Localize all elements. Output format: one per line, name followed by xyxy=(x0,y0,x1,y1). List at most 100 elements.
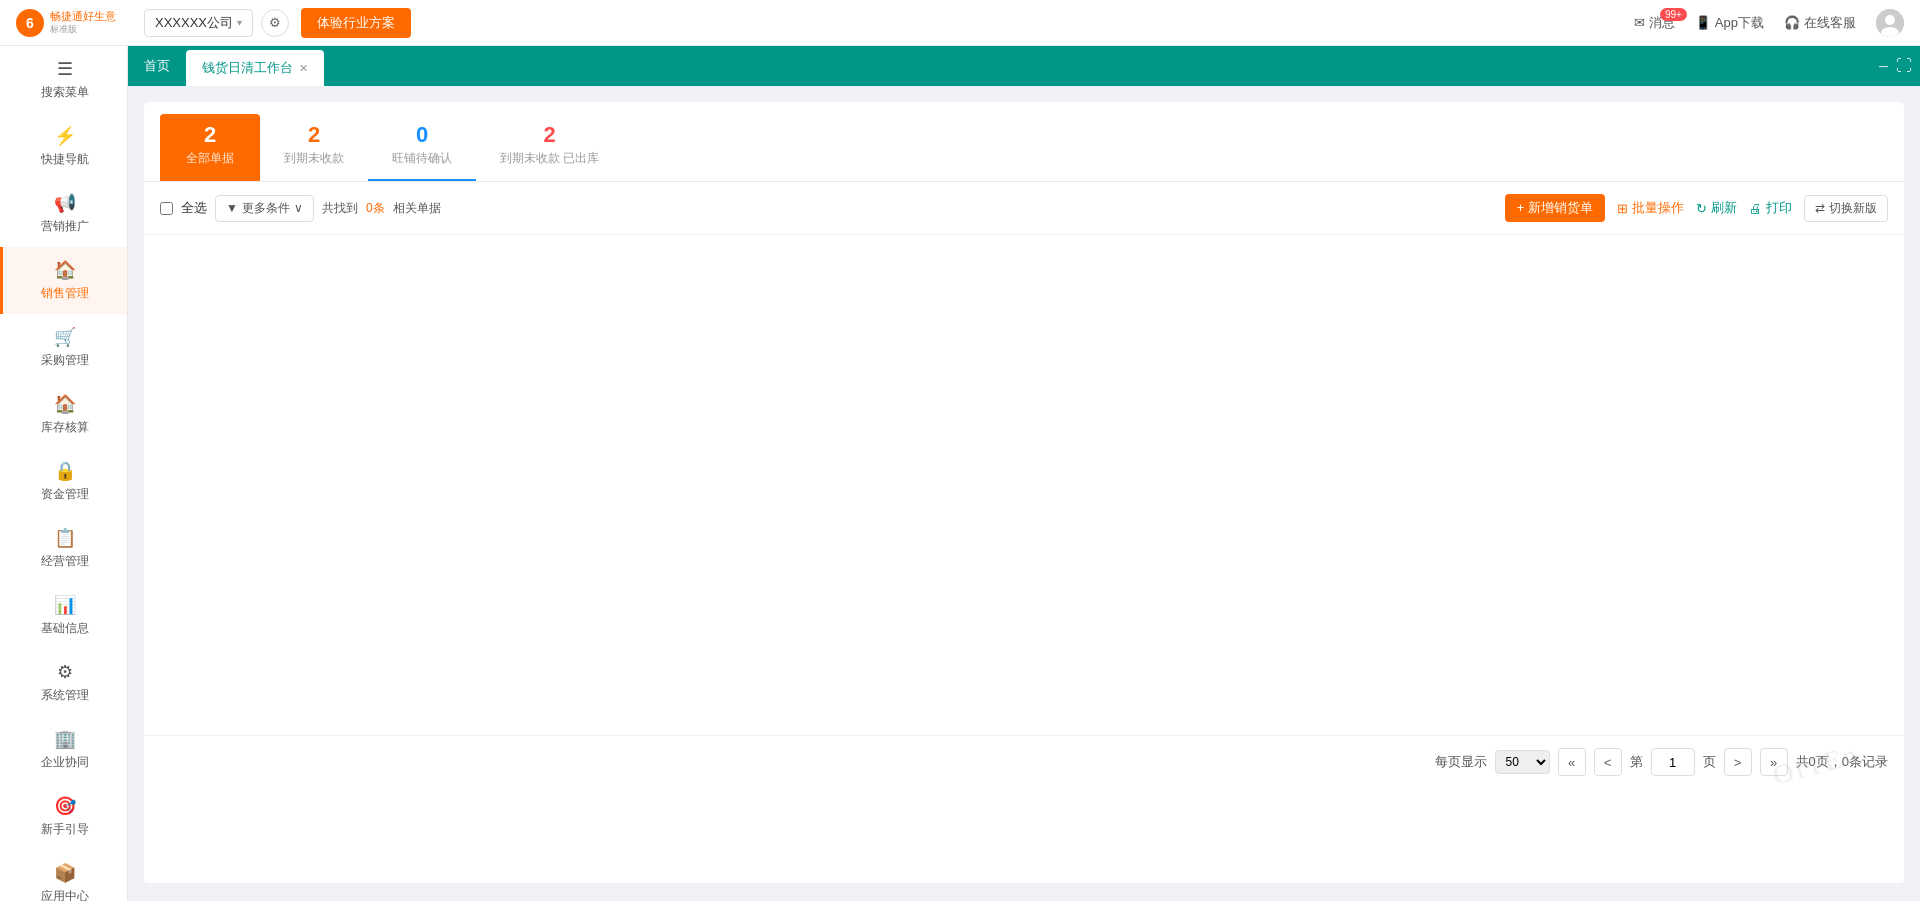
tabbar-right: – ⛶ xyxy=(1879,57,1920,75)
sidebar-item-quick-nav[interactable]: ⚡ 快捷导航 xyxy=(0,113,127,180)
sidebar-label-app-center: 应用中心 xyxy=(41,888,89,901)
phone-icon: 📱 xyxy=(1695,15,1711,30)
tab-workbench[interactable]: 钱货日清工作台 ✕ xyxy=(186,50,324,86)
tab-workbench-label: 钱货日清工作台 xyxy=(202,59,293,77)
sidebar-item-app-center[interactable]: 📦 应用中心 xyxy=(0,850,127,901)
sidebar-item-guide[interactable]: 🎯 新手引导 xyxy=(0,783,127,850)
stats-label-overdue-shipped: 到期未收款 已出库 xyxy=(500,150,599,167)
select-all-label: 全选 xyxy=(181,199,207,217)
found-count: 0条 xyxy=(366,200,385,217)
found-text: 共找到 xyxy=(322,200,358,217)
app-download-button[interactable]: 📱 App下载 xyxy=(1695,14,1764,32)
stats-tab-all[interactable]: 2 全部单据 xyxy=(160,114,260,181)
tab-close-icon[interactable]: ✕ xyxy=(299,62,308,75)
sidebar-item-enterprise[interactable]: 🏢 企业协同 xyxy=(0,716,127,783)
trial-button[interactable]: 体验行业方案 xyxy=(301,8,411,38)
filter-label: 更多条件 xyxy=(242,200,290,217)
sidebar-item-basic-info[interactable]: 📊 基础信息 xyxy=(0,582,127,649)
batch-operation-button[interactable]: ⊞ 批量操作 xyxy=(1617,199,1684,217)
message-icon: ✉ xyxy=(1634,15,1645,30)
sidebar-item-operations[interactable]: 📋 经营管理 xyxy=(0,515,127,582)
sidebar-item-search-menu[interactable]: ☰ 搜索菜单 xyxy=(0,46,127,113)
stats-tab-pending[interactable]: 0 旺铺待确认 xyxy=(368,114,476,181)
tab-maximize-button[interactable]: ⛶ xyxy=(1896,57,1912,75)
logo-tag: 标准版 xyxy=(50,23,116,36)
company-selector[interactable]: XXXXXX公司 ▾ xyxy=(144,9,253,37)
sidebar-item-system[interactable]: ⚙ 系统管理 xyxy=(0,649,127,716)
next-icon: > xyxy=(1734,755,1742,770)
message-badge: 99+ xyxy=(1660,8,1687,21)
settings-button[interactable]: ⚙ xyxy=(261,9,289,37)
company-name: XXXXXX公司 xyxy=(155,14,233,32)
filter-chevron-icon: ∨ xyxy=(294,201,303,215)
logo-name: 畅捷通好生意 xyxy=(50,9,116,23)
finance-icon: 🔒 xyxy=(54,460,76,482)
svg-point-1 xyxy=(1885,15,1895,25)
sidebar-item-sales[interactable]: 🏠 销售管理 xyxy=(0,247,127,314)
content-card: 2 全部单据 2 到期未收款 0 旺铺待确认 2 到期未收款 已出库 全选 xyxy=(144,102,1904,883)
online-service-button[interactable]: 🎧 在线客服 xyxy=(1784,14,1856,32)
last-page-button[interactable]: » xyxy=(1760,748,1788,776)
sidebar-item-marketing[interactable]: 📢 营销推广 xyxy=(0,180,127,247)
operations-icon: 📋 xyxy=(54,527,76,549)
prev-page-button[interactable]: < xyxy=(1594,748,1622,776)
table-area xyxy=(144,235,1904,735)
chevron-down-icon: ▾ xyxy=(237,17,242,28)
filter-button[interactable]: ▼ 更多条件 ∨ xyxy=(215,195,314,222)
filter-icon: ▼ xyxy=(226,201,238,215)
logo-icon: 6 xyxy=(16,9,44,37)
basic-info-icon: 📊 xyxy=(54,594,76,616)
last-page-icon: » xyxy=(1770,755,1777,770)
tabbar: 首页 钱货日清工作台 ✕ – ⛶ xyxy=(128,46,1920,86)
stats-tab-overdue-shipped[interactable]: 2 到期未收款 已出库 xyxy=(476,114,623,181)
sidebar-label-finance: 资金管理 xyxy=(41,486,89,503)
sidebar-label-inventory: 库存核算 xyxy=(41,419,89,436)
headset-icon: 🎧 xyxy=(1784,15,1800,30)
next-page-button[interactable]: > xyxy=(1724,748,1752,776)
select-all-checkbox[interactable] xyxy=(160,202,173,215)
batch-icon: ⊞ xyxy=(1617,201,1628,216)
sidebar: ☰ 搜索菜单 ⚡ 快捷导航 📢 营销推广 🏠 销售管理 🛒 采购管理 🏠 库存核… xyxy=(0,46,128,901)
sidebar-label-enterprise: 企业协同 xyxy=(41,754,89,771)
message-button[interactable]: ✉ 消息 99+ xyxy=(1634,14,1675,32)
print-button[interactable]: 🖨 打印 xyxy=(1749,199,1792,217)
purchase-icon: 🛒 xyxy=(54,326,76,348)
switch-label: 切换新版 xyxy=(1829,200,1877,217)
gear-icon: ⚙ xyxy=(269,15,281,30)
menu-icon: ☰ xyxy=(57,58,73,80)
toolbar: 全选 ▼ 更多条件 ∨ 共找到 0条 相关单据 + 新增销货单 ⊞ 批量操作 ↻ xyxy=(144,182,1904,235)
sidebar-label-search-menu: 搜索菜单 xyxy=(41,84,89,101)
tab-minimize-button[interactable]: – xyxy=(1879,57,1888,75)
stats-label-pending: 旺铺待确认 xyxy=(392,150,452,167)
page-number-input[interactable] xyxy=(1651,748,1695,776)
pagination: 每页显示 50 100 200 « < 第 页 > » 共0页，0条记录 xyxy=(144,735,1904,788)
switch-version-button[interactable]: ⇄ 切换新版 xyxy=(1804,195,1888,222)
prev-icon: < xyxy=(1604,755,1612,770)
sidebar-label-basic-info: 基础信息 xyxy=(41,620,89,637)
stats-label-overdue: 到期未收款 xyxy=(284,150,344,167)
refresh-button[interactable]: ↻ 刷新 xyxy=(1696,199,1737,217)
avatar[interactable] xyxy=(1876,9,1904,37)
enterprise-icon: 🏢 xyxy=(54,728,76,750)
app-logo: 6 畅捷通好生意 标准版 xyxy=(16,9,144,37)
sidebar-label-operations: 经营管理 xyxy=(41,553,89,570)
stats-tab-overdue[interactable]: 2 到期未收款 xyxy=(260,114,368,181)
sidebar-label-quick-nav: 快捷导航 xyxy=(41,151,89,168)
related-text: 相关单据 xyxy=(393,200,441,217)
first-page-button[interactable]: « xyxy=(1558,748,1586,776)
stats-count-pending: 0 xyxy=(416,122,428,148)
tab-home[interactable]: 首页 xyxy=(128,46,186,86)
main-content: 2 全部单据 2 到期未收款 0 旺铺待确认 2 到期未收款 已出库 全选 xyxy=(128,86,1920,901)
sidebar-item-inventory[interactable]: 🏠 库存核算 xyxy=(0,381,127,448)
sidebar-item-purchase[interactable]: 🛒 采购管理 xyxy=(0,314,127,381)
system-icon: ⚙ xyxy=(57,661,73,683)
logo-text-block: 畅捷通好生意 标准版 xyxy=(50,9,116,36)
sidebar-label-purchase: 采购管理 xyxy=(41,352,89,369)
refresh-label: 刷新 xyxy=(1711,199,1737,217)
print-label: 打印 xyxy=(1766,199,1792,217)
toolbar-right: + 新增销货单 ⊞ 批量操作 ↻ 刷新 🖨 打印 ⇄ 切换新版 xyxy=(1505,194,1888,222)
sidebar-item-finance[interactable]: 🔒 资金管理 xyxy=(0,448,127,515)
add-sales-order-button[interactable]: + 新增销货单 xyxy=(1505,194,1605,222)
batch-label: 批量操作 xyxy=(1632,199,1684,217)
page-size-select[interactable]: 50 100 200 xyxy=(1495,750,1550,774)
